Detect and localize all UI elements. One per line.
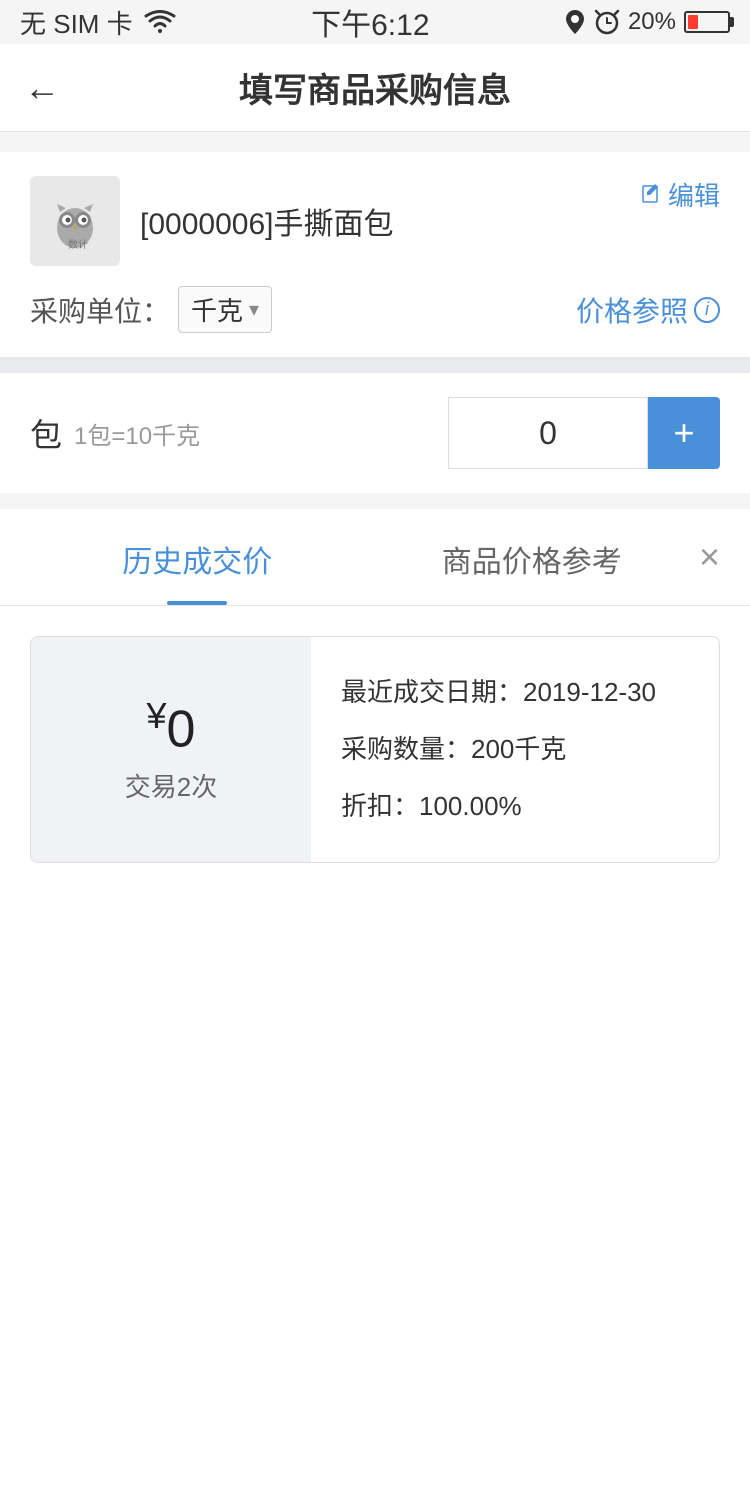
info-icon: i: [694, 297, 720, 323]
unit-label: 采购单位：: [30, 290, 170, 330]
product-name: [0000006]手撕面包: [140, 199, 393, 243]
status-time: 下午6:12: [311, 0, 429, 44]
location-icon: [564, 8, 586, 36]
quantity-input[interactable]: [448, 397, 648, 469]
edit-button[interactable]: 编辑: [640, 176, 720, 213]
back-button[interactable]: ←: [24, 67, 60, 109]
quantity-plus-button[interactable]: +: [648, 397, 720, 469]
page-title: 填写商品采购信息: [239, 63, 511, 112]
battery-percent: 20%: [628, 8, 676, 36]
section-divider: [0, 357, 750, 373]
chevron-down-icon: ▾: [249, 297, 259, 322]
status-right: 20%: [564, 8, 730, 36]
tab-product-price-label: 商品价格参考: [442, 546, 622, 579]
product-thumbnail: 数计: [40, 186, 110, 256]
transaction-count: 交易2次: [125, 767, 217, 804]
recent-date-row: 最近成交日期：2019-12-30: [341, 673, 689, 712]
carrier-text: 无 SIM 卡: [20, 4, 133, 41]
transaction-right: 最近成交日期：2019-12-30 采购数量：200千克 折扣：100.00%: [311, 637, 719, 862]
status-left: 无 SIM 卡: [20, 4, 177, 41]
edit-icon: [640, 183, 664, 207]
transaction-left: ¥0 交易2次: [31, 637, 311, 862]
purchase-qty-value: 200千克: [471, 734, 566, 764]
recent-date-value: 2019-12-30: [523, 677, 656, 707]
quantity-input-group: +: [448, 397, 720, 469]
edit-label: 编辑: [668, 176, 720, 213]
transaction-price: ¥0: [147, 695, 196, 759]
wifi-icon: [143, 9, 177, 35]
product-image: 数计: [30, 176, 120, 266]
transaction-card: ¥0 交易2次 最近成交日期：2019-12-30 采购数量：200千克 折扣：…: [30, 636, 720, 863]
discount-value: 100.00%: [419, 791, 522, 821]
price-value: 0: [167, 700, 196, 758]
price-ref-button[interactable]: 价格参照 i: [576, 290, 720, 330]
product-card: 数计 [0000006]手撕面包 编辑 采购单位： 千克 ▾ 价格参照 i: [0, 152, 750, 357]
currency-symbol: ¥: [147, 695, 167, 736]
unit-tag: 包: [30, 410, 62, 456]
page-rest: [0, 893, 750, 1493]
status-bar: 无 SIM 卡 下午6:12 20%: [0, 0, 750, 44]
tabs-close-button[interactable]: ×: [699, 519, 720, 595]
discount-row: 折扣：100.00%: [341, 787, 689, 826]
nav-bar: ← 填写商品采购信息: [0, 44, 750, 132]
tab-history-price-label: 历史成交价: [122, 546, 272, 579]
tab-history-price[interactable]: 历史成交价: [30, 509, 364, 605]
quantity-row: 包 1包=10千克 +: [0, 373, 750, 493]
unit-value: 千克: [191, 291, 243, 328]
purchase-qty-label: 采购数量：: [341, 734, 471, 764]
unit-conversion: 1包=10千克: [74, 416, 200, 451]
unit-select[interactable]: 千克 ▾: [178, 286, 272, 333]
tab-product-price[interactable]: 商品价格参考: [364, 509, 698, 605]
discount-label: 折扣：: [341, 791, 419, 821]
battery-icon: [684, 11, 730, 33]
alarm-icon: [594, 9, 620, 35]
tabs-panel: 历史成交价 商品价格参考 × ¥0 交易2次 最近成交日期：2019-12-30…: [0, 509, 750, 893]
purchase-qty-row: 采购数量：200千克: [341, 730, 689, 769]
tabs-header: 历史成交价 商品价格参考 ×: [0, 509, 750, 606]
price-ref-label: 价格参照: [576, 290, 688, 330]
svg-text:数计: 数计: [68, 238, 88, 251]
tab-content: ¥0 交易2次 最近成交日期：2019-12-30 采购数量：200千克 折扣：…: [0, 606, 750, 893]
plus-icon: +: [673, 412, 694, 454]
recent-date-label: 最近成交日期：: [341, 677, 523, 707]
